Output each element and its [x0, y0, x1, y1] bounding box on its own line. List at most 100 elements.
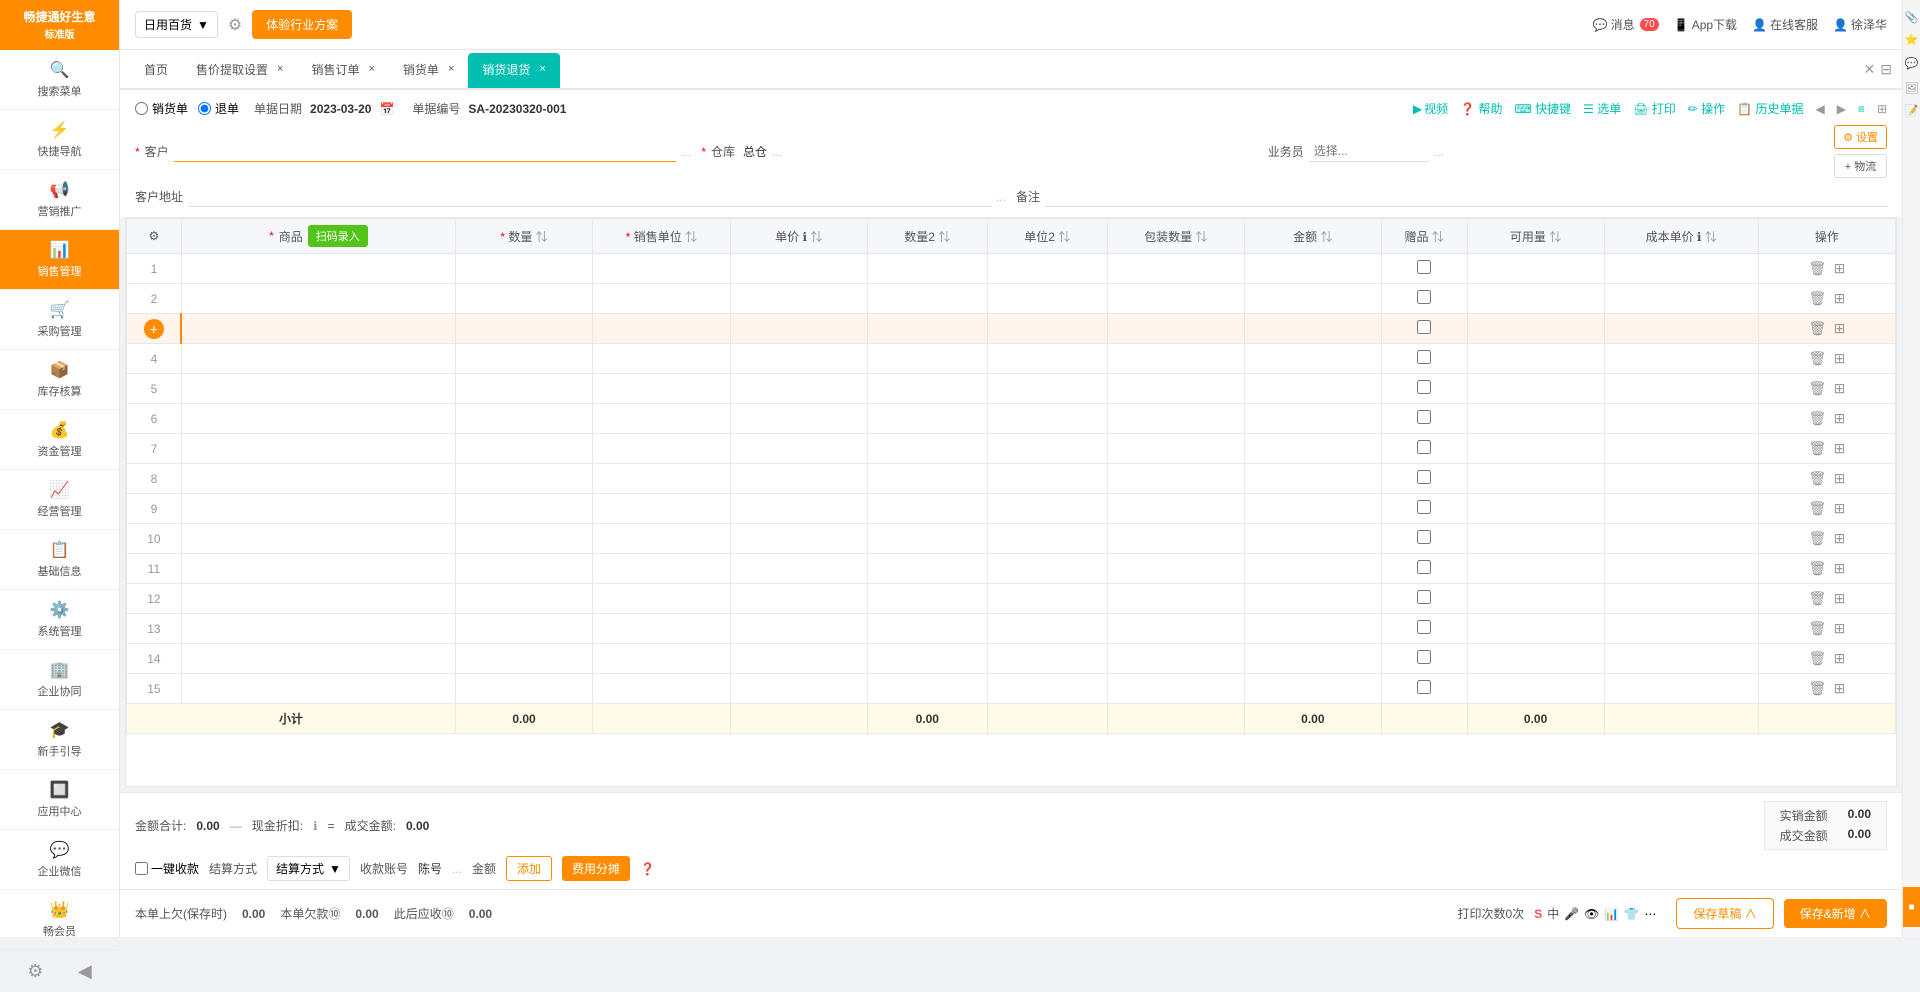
copy-row-9-icon[interactable]: ⊞: [1834, 500, 1846, 516]
sidebar-item-finance[interactable]: 💰 资金管理: [0, 410, 119, 470]
cost-unit-cell-5[interactable]: [1604, 374, 1758, 404]
qty-cell-3[interactable]: [455, 314, 592, 344]
available-cell-10[interactable]: [1467, 524, 1604, 554]
copy-row-15-icon[interactable]: ⊞: [1834, 680, 1846, 696]
available-cell-6[interactable]: [1467, 404, 1604, 434]
qty2-cell-4[interactable]: [867, 344, 987, 374]
sidebar-item-wechat[interactable]: 💬 企业微信: [0, 830, 119, 890]
customer-input[interactable]: [174, 141, 677, 161]
available-cell-7[interactable]: [1467, 434, 1604, 464]
gift-cell-15[interactable]: [1381, 674, 1467, 704]
bottom-icon-mic[interactable]: 🎤: [1564, 907, 1579, 921]
qty-cell-14[interactable]: [455, 644, 592, 674]
gift-checkbox-11[interactable]: [1417, 560, 1431, 574]
tab-sale-return[interactable]: 销货退货×: [468, 53, 559, 88]
pack-qty-cell-7[interactable]: [1107, 434, 1244, 464]
unit2-cell-10[interactable]: [987, 524, 1107, 554]
product-input-5[interactable]: [186, 382, 451, 396]
gift-cell-3[interactable]: [1381, 314, 1467, 344]
amount-cell-9[interactable]: [1244, 494, 1381, 524]
sidebar-item-newbie[interactable]: 🎓 新手引导: [0, 710, 119, 770]
available-cell-4[interactable]: [1467, 344, 1604, 374]
sidebar-item-inventory[interactable]: 📦 库存核算: [0, 350, 119, 410]
gift-checkbox-9[interactable]: [1417, 500, 1431, 514]
gift-checkbox-14[interactable]: [1417, 650, 1431, 664]
product-input-3[interactable]: [186, 322, 451, 336]
right-panel-icon-4[interactable]: 🖼: [1905, 80, 1918, 94]
sale-unit-cell-1[interactable]: [593, 254, 731, 284]
pack-qty-cell-11[interactable]: [1107, 554, 1244, 584]
product-input-7[interactable]: [186, 442, 451, 456]
online-service-btn[interactable]: 👤 在线客服: [1752, 16, 1818, 33]
pack-qty-cell-9[interactable]: [1107, 494, 1244, 524]
unit2-cell-5[interactable]: [987, 374, 1107, 404]
product-input-9[interactable]: [186, 502, 451, 516]
delete-row-6-icon[interactable]: 🗑: [1808, 410, 1826, 426]
unit-price-cell-1[interactable]: [730, 254, 867, 284]
delete-row-11-icon[interactable]: 🗑: [1808, 560, 1826, 576]
bottom-icon-chart[interactable]: 📊: [1604, 907, 1619, 921]
close-tab-icon[interactable]: ✕: [1864, 61, 1876, 78]
help-icon-footer[interactable]: ℹ: [313, 819, 318, 833]
qty-cell-6[interactable]: [455, 404, 592, 434]
right-panel-icon-5[interactable]: 📝: [1905, 104, 1918, 117]
product-input-6[interactable]: [186, 412, 451, 426]
sale-unit-cell-2[interactable]: [593, 284, 731, 314]
available-cell-2[interactable]: [1467, 284, 1604, 314]
app-download-btn[interactable]: 📱 App下载: [1674, 16, 1737, 33]
gift-cell-7[interactable]: [1381, 434, 1467, 464]
copy-row-1-icon[interactable]: ⊞: [1834, 260, 1846, 276]
gift-checkbox-10[interactable]: [1417, 530, 1431, 544]
scan-btn[interactable]: 扫码录入: [308, 225, 368, 247]
gift-cell-1[interactable]: [1381, 254, 1467, 284]
staff-input[interactable]: [1309, 141, 1429, 162]
delete-row-15-icon[interactable]: 🗑: [1808, 680, 1826, 696]
gift-cell-5[interactable]: [1381, 374, 1467, 404]
delete-row-13-icon[interactable]: 🗑: [1808, 620, 1826, 636]
gift-checkbox-13[interactable]: [1417, 620, 1431, 634]
select-action[interactable]: ☰ 选单: [1583, 100, 1621, 117]
pack-qty-cell-8[interactable]: [1107, 464, 1244, 494]
tab-sale-setting[interactable]: 售价提取设置×: [182, 53, 297, 88]
qty2-cell-10[interactable]: [867, 524, 987, 554]
unit-price-cell-4[interactable]: [730, 344, 867, 374]
tab-home[interactable]: 首页: [130, 53, 182, 88]
sale-unit-cell-12[interactable]: [593, 584, 731, 614]
qty2-cell-5[interactable]: [867, 374, 987, 404]
qty2-cell-1[interactable]: [867, 254, 987, 284]
right-panel-icon-3[interactable]: 💬: [1905, 57, 1918, 70]
message-btn[interactable]: 💬 消息 70: [1593, 16, 1659, 33]
pack-qty-cell-10[interactable]: [1107, 524, 1244, 554]
amount-cell-10[interactable]: [1244, 524, 1381, 554]
available-cell-1[interactable]: [1467, 254, 1604, 284]
tab-close-sale-return[interactable]: ×: [539, 63, 545, 75]
remark-input[interactable]: [1045, 186, 1887, 206]
unit-price-cell-8[interactable]: [730, 464, 867, 494]
available-cell-8[interactable]: [1467, 464, 1604, 494]
qty2-cell-15[interactable]: [867, 674, 987, 704]
save-draft-btn[interactable]: 保存草稿 ∧: [1676, 898, 1773, 929]
unit-price-cell-6[interactable]: [730, 404, 867, 434]
product-input-8[interactable]: [186, 472, 451, 486]
product-cell-1[interactable]: [181, 254, 455, 284]
customer-dots[interactable]: ...: [681, 145, 691, 159]
gift-cell-9[interactable]: [1381, 494, 1467, 524]
col-gear[interactable]: ⚙: [127, 219, 182, 254]
print-action[interactable]: 🖨 打印: [1633, 100, 1676, 117]
pack-qty-cell-1[interactable]: [1107, 254, 1244, 284]
product-cell-13[interactable]: [181, 614, 455, 644]
sale-unit-cell-4[interactable]: [593, 344, 731, 374]
sale-unit-cell-3[interactable]: [593, 314, 731, 344]
product-input-13[interactable]: [186, 622, 451, 636]
amount-cell-7[interactable]: [1244, 434, 1381, 464]
help-action[interactable]: ❓ 帮助: [1460, 100, 1502, 117]
sidebar-item-purchase[interactable]: 🛒 采购管理: [0, 290, 119, 350]
gift-checkbox-4[interactable]: [1417, 350, 1431, 364]
sidebar-item-operations[interactable]: 📈 经营管理: [0, 470, 119, 530]
qty2-cell-11[interactable]: [867, 554, 987, 584]
qty2-cell-13[interactable]: [867, 614, 987, 644]
unit-price-cell-13[interactable]: [730, 614, 867, 644]
add-payment-btn[interactable]: 添加: [506, 856, 552, 881]
cost-unit-cell-10[interactable]: [1604, 524, 1758, 554]
copy-row-8-icon[interactable]: ⊞: [1834, 470, 1846, 486]
